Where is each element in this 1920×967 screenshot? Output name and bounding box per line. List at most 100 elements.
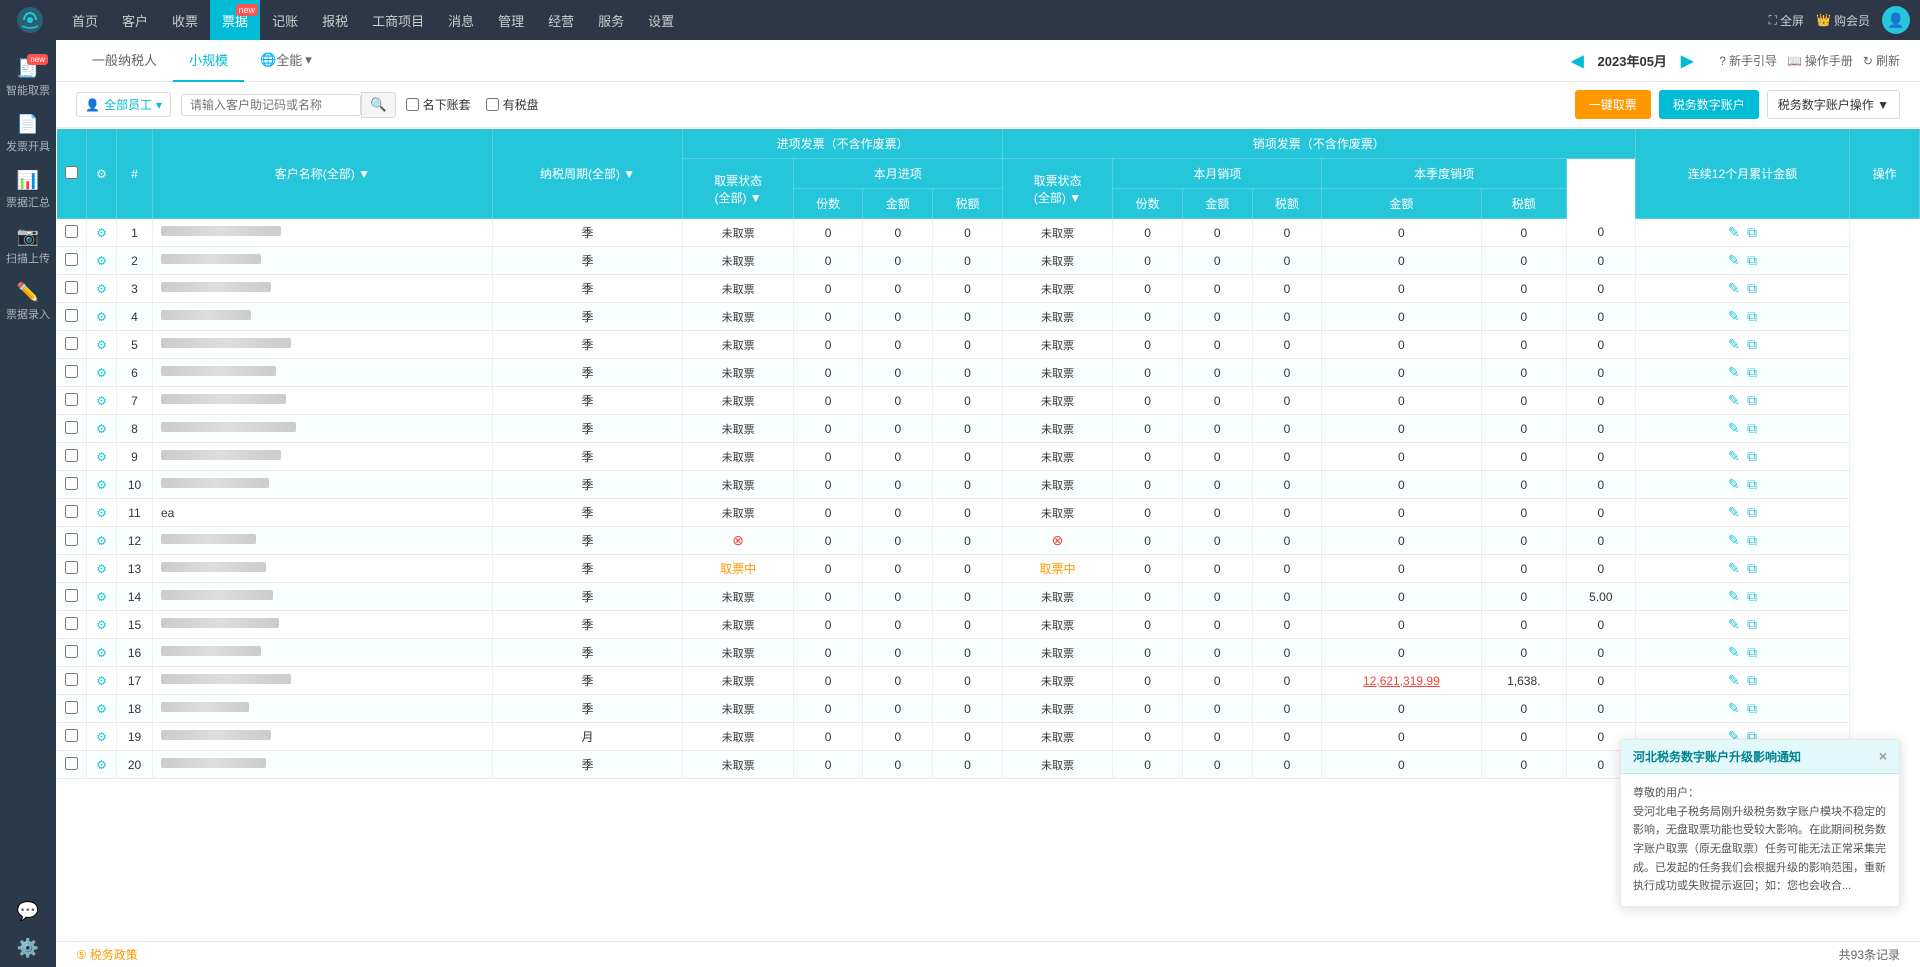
header-client-name[interactable]: 客户名称(全部) ▼ bbox=[153, 129, 493, 219]
copy-icon-7[interactable]: ⧉ bbox=[1747, 420, 1757, 436]
nav-item-business[interactable]: 工商项目 bbox=[360, 0, 436, 40]
edit-icon-14[interactable]: ✎ bbox=[1728, 616, 1740, 632]
row-settings-18[interactable]: ⚙ bbox=[87, 723, 117, 751]
copy-icon-12[interactable]: ⧉ bbox=[1747, 560, 1757, 576]
row-settings-4[interactable]: ⚙ bbox=[87, 331, 117, 359]
row-settings-19[interactable]: ⚙ bbox=[87, 751, 117, 779]
copy-icon-11[interactable]: ⧉ bbox=[1747, 532, 1757, 548]
edit-icon-7[interactable]: ✎ bbox=[1728, 420, 1740, 436]
edit-icon-13[interactable]: ✎ bbox=[1728, 588, 1740, 604]
copy-icon-8[interactable]: ⧉ bbox=[1747, 448, 1757, 464]
row-settings-14[interactable]: ⚙ bbox=[87, 611, 117, 639]
nav-item-manage[interactable]: 管理 bbox=[486, 0, 536, 40]
row-settings-6[interactable]: ⚙ bbox=[87, 387, 117, 415]
nav-item-message[interactable]: 消息 bbox=[436, 0, 486, 40]
row-settings-10[interactable]: ⚙ bbox=[87, 499, 117, 527]
guide-button[interactable]: ? 新手引导 bbox=[1719, 52, 1777, 69]
row-checkbox-input-11[interactable] bbox=[65, 533, 78, 546]
edit-icon-16[interactable]: ✎ bbox=[1728, 672, 1740, 688]
copy-icon-5[interactable]: ⧉ bbox=[1747, 364, 1757, 380]
date-next-button[interactable]: ▶ bbox=[1675, 49, 1699, 73]
row-settings-3[interactable]: ⚙ bbox=[87, 303, 117, 331]
tab-general-taxpayer[interactable]: 一般纳税人 bbox=[76, 40, 173, 82]
edit-icon-4[interactable]: ✎ bbox=[1728, 336, 1740, 352]
edit-icon-3[interactable]: ✎ bbox=[1728, 308, 1740, 324]
refresh-button[interactable]: ↻ 刷新 bbox=[1863, 52, 1900, 69]
edit-icon-11[interactable]: ✎ bbox=[1728, 532, 1740, 548]
copy-icon-3[interactable]: ⧉ bbox=[1747, 308, 1757, 324]
row-settings-8[interactable]: ⚙ bbox=[87, 443, 117, 471]
user-avatar[interactable]: 👤 bbox=[1882, 6, 1910, 34]
row-checkbox-input-5[interactable] bbox=[65, 365, 78, 378]
date-prev-button[interactable]: ◀ bbox=[1565, 49, 1589, 73]
row-settings-15[interactable]: ⚙ bbox=[87, 639, 117, 667]
popup-close-button[interactable]: × bbox=[1879, 748, 1887, 764]
edit-icon-1[interactable]: ✎ bbox=[1728, 252, 1740, 268]
row-checkbox-input-10[interactable] bbox=[65, 505, 78, 518]
sidebar-item-invoice-entry[interactable]: ✏️ 票据录入 bbox=[0, 274, 56, 330]
copy-icon-2[interactable]: ⧉ bbox=[1747, 280, 1757, 296]
row-checkbox-input-13[interactable] bbox=[65, 589, 78, 602]
row-checkbox-input-2[interactable] bbox=[65, 281, 78, 294]
copy-icon-17[interactable]: ⧉ bbox=[1747, 700, 1757, 716]
copy-icon-9[interactable]: ⧉ bbox=[1747, 476, 1757, 492]
checkbox-tax-disk[interactable]: 有税盘 bbox=[486, 96, 539, 113]
checkbox-account-input[interactable] bbox=[406, 98, 419, 111]
nav-item-operation[interactable]: 经营 bbox=[536, 0, 586, 40]
policy-link[interactable]: ⑤ 税务政策 bbox=[76, 946, 138, 963]
header-tax-period[interactable]: 纳税周期(全部) ▼ bbox=[492, 129, 683, 219]
nav-item-invoice[interactable]: 票据 new bbox=[210, 0, 260, 40]
row-settings-16[interactable]: ⚙ bbox=[87, 667, 117, 695]
edit-icon-9[interactable]: ✎ bbox=[1728, 476, 1740, 492]
row-settings-13[interactable]: ⚙ bbox=[87, 583, 117, 611]
search-input[interactable] bbox=[181, 94, 361, 116]
row-checkbox-input-17[interactable] bbox=[65, 701, 78, 714]
copy-icon-6[interactable]: ⧉ bbox=[1747, 392, 1757, 408]
copy-icon-1[interactable]: ⧉ bbox=[1747, 252, 1757, 268]
nav-item-tax[interactable]: 报税 bbox=[310, 0, 360, 40]
employee-filter[interactable]: 👤 全部员工 ▾ bbox=[76, 92, 171, 117]
nav-item-home[interactable]: 首页 bbox=[60, 0, 110, 40]
sidebar-item-invoice-open[interactable]: 📄 发票开具 bbox=[0, 106, 56, 162]
checkbox-account-set[interactable]: 名下账套 bbox=[406, 96, 471, 113]
app-logo[interactable] bbox=[10, 0, 50, 40]
row-checkbox-input-12[interactable] bbox=[65, 561, 78, 574]
edit-icon-6[interactable]: ✎ bbox=[1728, 392, 1740, 408]
nav-item-service[interactable]: 服务 bbox=[586, 0, 636, 40]
header-ticket-status-in[interactable]: 取票状态(全部) ▼ bbox=[683, 159, 793, 219]
row-checkbox-input-15[interactable] bbox=[65, 645, 78, 658]
copy-icon-0[interactable]: ⧉ bbox=[1747, 224, 1757, 240]
row-checkbox-input-16[interactable] bbox=[65, 673, 78, 686]
nav-item-receipt[interactable]: 收票 bbox=[160, 0, 210, 40]
row-checkbox-input-1[interactable] bbox=[65, 253, 78, 266]
row-checkbox-input-14[interactable] bbox=[65, 617, 78, 630]
copy-icon-15[interactable]: ⧉ bbox=[1747, 644, 1757, 660]
edit-icon-17[interactable]: ✎ bbox=[1728, 700, 1740, 716]
row-checkbox-input-4[interactable] bbox=[65, 337, 78, 350]
row-checkbox-input-18[interactable] bbox=[65, 729, 78, 742]
nav-item-accounting[interactable]: 记账 bbox=[260, 0, 310, 40]
edit-icon-2[interactable]: ✎ bbox=[1728, 280, 1740, 296]
sidebar-item-smart-ticket[interactable]: 🧾 智能取票 new bbox=[0, 50, 56, 106]
fullscreen-button[interactable]: ⛶ 全屏 bbox=[1769, 12, 1804, 29]
tab-all[interactable]: 🌐 全能 ▾ bbox=[244, 40, 328, 82]
member-button[interactable]: 👑 购会员 bbox=[1816, 12, 1870, 29]
row-settings-5[interactable]: ⚙ bbox=[87, 359, 117, 387]
row-settings-2[interactable]: ⚙ bbox=[87, 275, 117, 303]
row-settings-9[interactable]: ⚙ bbox=[87, 471, 117, 499]
row-settings-1[interactable]: ⚙ bbox=[87, 247, 117, 275]
row-settings-7[interactable]: ⚙ bbox=[87, 415, 117, 443]
row-settings-17[interactable]: ⚙ bbox=[87, 695, 117, 723]
copy-icon-13[interactable]: ⧉ bbox=[1747, 588, 1757, 604]
edit-icon-15[interactable]: ✎ bbox=[1728, 644, 1740, 660]
header-ticket-status-out[interactable]: 取票状态(全部) ▼ bbox=[1002, 159, 1112, 219]
sidebar-item-settings[interactable]: ⚙️ bbox=[0, 930, 56, 967]
copy-icon-10[interactable]: ⧉ bbox=[1747, 504, 1757, 520]
edit-icon-12[interactable]: ✎ bbox=[1728, 560, 1740, 576]
tax-operation-button[interactable]: 税务数字账户操作 ▼ bbox=[1767, 90, 1900, 119]
copy-icon-14[interactable]: ⧉ bbox=[1747, 616, 1757, 632]
row-checkbox-input-19[interactable] bbox=[65, 757, 78, 770]
checkbox-tax-input[interactable] bbox=[486, 98, 499, 111]
row-checkbox-input-6[interactable] bbox=[65, 393, 78, 406]
edit-icon-5[interactable]: ✎ bbox=[1728, 364, 1740, 380]
